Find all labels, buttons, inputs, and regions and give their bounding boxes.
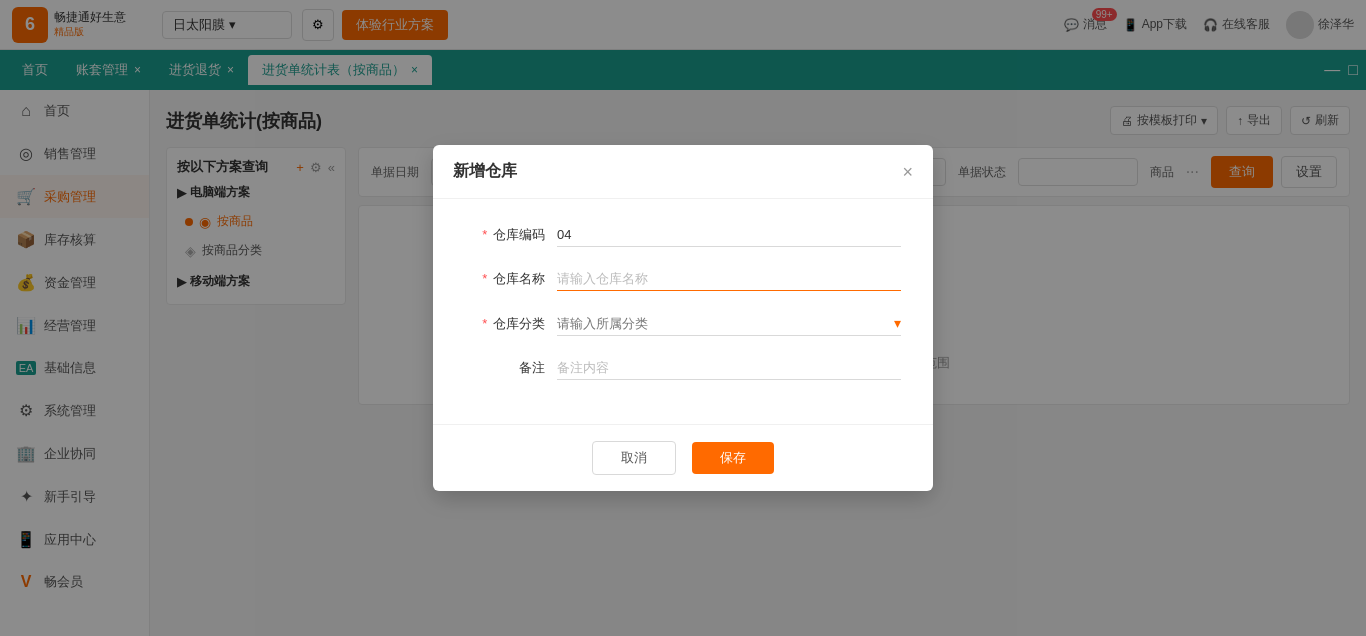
code-required: *	[482, 227, 487, 242]
cancel-button[interactable]: 取消	[592, 441, 676, 475]
new-warehouse-dialog: 新增仓库 × * 仓库编码 * 仓库名称	[433, 145, 933, 491]
remark-input[interactable]	[557, 356, 901, 380]
category-dropdown-arrow: ▾	[894, 315, 901, 331]
category-select[interactable]: ▾	[557, 311, 901, 336]
category-input[interactable]	[557, 316, 894, 331]
code-input[interactable]	[557, 223, 901, 247]
name-input[interactable]	[557, 267, 901, 291]
dialog-footer: 取消 保存	[433, 424, 933, 491]
form-row-remark: 备注	[465, 356, 901, 380]
dialog-close-button[interactable]: ×	[902, 163, 913, 181]
form-row-name: * 仓库名称	[465, 267, 901, 291]
dialog-overlay: 新增仓库 × * 仓库编码 * 仓库名称	[0, 0, 1366, 636]
form-row-code: * 仓库编码	[465, 223, 901, 247]
category-label: * 仓库分类	[465, 315, 545, 333]
dialog-body: * 仓库编码 * 仓库名称 * 仓库分类	[433, 199, 933, 424]
code-label: * 仓库编码	[465, 226, 545, 244]
name-required: *	[482, 271, 487, 286]
category-required: *	[482, 316, 487, 331]
form-row-category: * 仓库分类 ▾	[465, 311, 901, 336]
save-button[interactable]: 保存	[692, 442, 774, 474]
dialog-title: 新增仓库	[453, 161, 517, 182]
name-label: * 仓库名称	[465, 270, 545, 288]
remark-label: 备注	[465, 359, 545, 377]
dialog-header: 新增仓库 ×	[433, 145, 933, 199]
